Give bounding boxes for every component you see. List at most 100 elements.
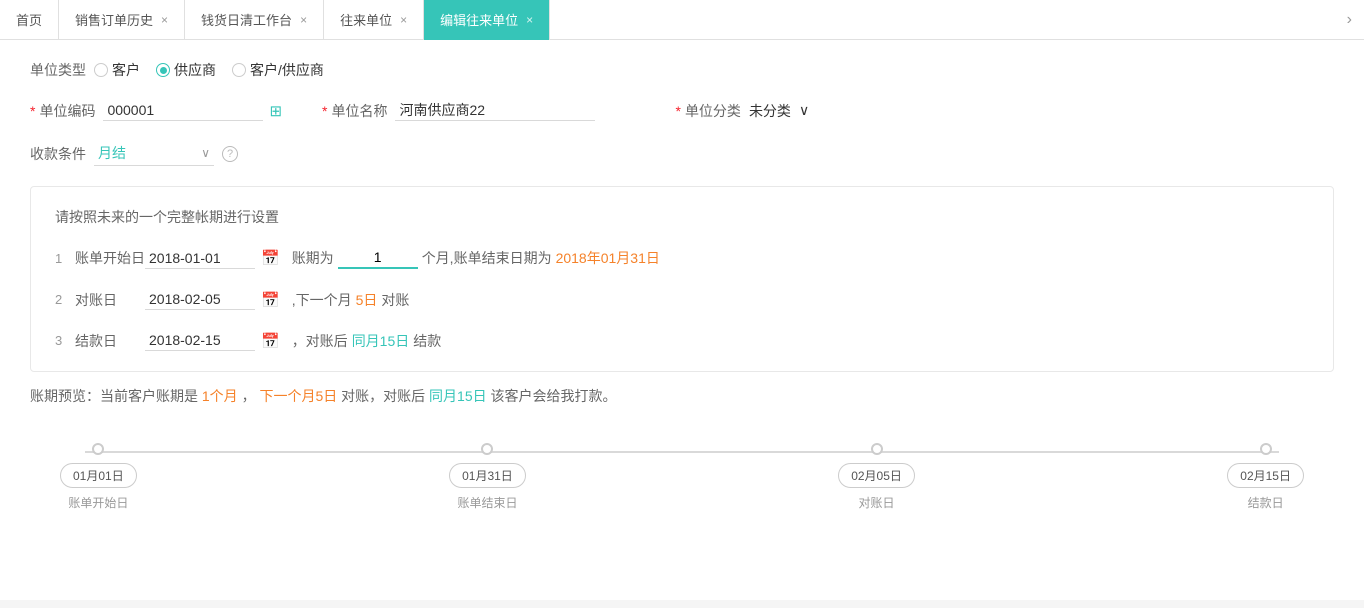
- period-settings-box: 请按照未来的一个完整帐期进行设置 1 账单开始日 📅 账期为 个月,账单结束日期…: [30, 186, 1334, 372]
- period-suffix-pre: 账期为: [292, 248, 334, 268]
- months-input[interactable]: [338, 247, 418, 269]
- tl-label-1: 账单开始日: [68, 494, 128, 511]
- radio-label-customer: 客户: [112, 60, 140, 80]
- radio-circle-supplier: [156, 63, 170, 77]
- preview-prefix: 账期预览：当前客户账期是: [30, 388, 202, 404]
- tab-edit-counterparty[interactable]: 编辑往来单位 ×: [424, 0, 550, 40]
- close-tab-sales[interactable]: ×: [161, 13, 168, 27]
- tab-cashwork[interactable]: 钱货日清工作台 ×: [185, 0, 324, 40]
- period-num-1: 1: [55, 251, 75, 266]
- code-item: * 单位编码 ⊞: [30, 100, 282, 121]
- timeline-node-4: 02月15日 结款日: [1227, 437, 1304, 511]
- name-label: 单位名称: [331, 101, 387, 121]
- code-input[interactable]: [103, 100, 263, 121]
- category-item: * 单位分类 未分类 ∨: [675, 101, 809, 121]
- tl-badge-4: 02月15日: [1227, 463, 1304, 488]
- code-copy-icon[interactable]: ⊞: [269, 102, 282, 120]
- tab-counterparty[interactable]: 往来单位 ×: [324, 0, 424, 40]
- period-row-3: 3 结款日 📅 ，对账后 同月15日 结款: [55, 330, 1309, 351]
- preview-mid2: 对账，对账后: [341, 388, 429, 404]
- tl-label-4: 结款日: [1248, 494, 1284, 511]
- payment-arrow-icon: ∨: [201, 146, 210, 160]
- end-date-highlight: 2018年01月31日: [556, 248, 660, 268]
- unit-type-item: 单位类型 客户 供应商 客户/供应商: [30, 60, 324, 80]
- tl-label-3: 对账日: [859, 494, 895, 511]
- payment-label: 收款条件: [30, 144, 86, 164]
- period-suffix-post: 个月,账单结束日期为: [422, 248, 552, 268]
- tl-dot-1: [92, 443, 104, 455]
- timeline-node-1: 01月01日 账单开始日: [60, 437, 137, 511]
- radio-group: 客户 供应商 客户/供应商: [94, 60, 324, 80]
- reconcile-prefix: ,下一个月: [292, 290, 352, 310]
- category-label: 单位分类: [685, 101, 741, 121]
- start-date-cal-icon[interactable]: 📅: [261, 249, 280, 267]
- preview-next-day: 下一个月5日: [259, 388, 337, 404]
- payment-day-highlight: 同月15日: [352, 331, 410, 351]
- category-dropdown[interactable]: 未分类 ∨: [749, 101, 809, 121]
- tl-badge-wrap-4: 02月15日: [1227, 463, 1304, 488]
- unit-info-row: * 单位编码 ⊞ * 单位名称 * 单位分类 未分类 ∨: [30, 100, 1334, 121]
- timeline-nodes-row: 01月01日 账单开始日 01月31日 账单结束日 02月05日 对账日: [60, 437, 1304, 511]
- tl-badge-wrap-1: 01月01日: [60, 463, 137, 488]
- radio-label-both: 客户/供应商: [250, 60, 324, 80]
- payment-date-input[interactable]: [145, 330, 255, 351]
- radio-supplier[interactable]: 供应商: [156, 60, 216, 80]
- main-content: 单位类型 客户 供应商 客户/供应商 * 单位编码: [0, 40, 1364, 600]
- payment-select[interactable]: 月结 ∨: [94, 141, 214, 166]
- payment-prefix: ，对账后: [292, 331, 348, 351]
- cat-required: *: [675, 103, 680, 119]
- period-label-3: 结款日: [75, 331, 145, 351]
- tabs-bar: 首页 销售订单历史 × 钱货日清工作台 × 往来单位 × 编辑往来单位 × ›: [0, 0, 1364, 40]
- radio-label-supplier: 供应商: [174, 60, 216, 80]
- tl-badge-wrap-3: 02月05日: [838, 463, 915, 488]
- radio-circle-both: [232, 63, 246, 77]
- payment-value: 月结: [98, 143, 195, 163]
- tl-dot-3: [871, 443, 883, 455]
- start-date-input[interactable]: [145, 248, 255, 269]
- close-tab-cashwork[interactable]: ×: [300, 13, 307, 27]
- help-icon[interactable]: ?: [222, 146, 238, 162]
- payment-item: 收款条件 月结 ∨ ?: [30, 141, 238, 166]
- tl-dot-4: [1260, 443, 1272, 455]
- unit-type-row: 单位类型 客户 供应商 客户/供应商: [30, 60, 1334, 80]
- preview-mid1: ，: [242, 388, 256, 404]
- reconcile-cal-icon[interactable]: 📅: [261, 291, 280, 309]
- preview-suffix: 该客户会给我打款。: [491, 388, 617, 404]
- tl-badge-3: 02月05日: [838, 463, 915, 488]
- timeline-node-2: 01月31日 账单结束日: [449, 437, 526, 511]
- payment-suffix: 结款: [413, 331, 441, 351]
- period-row-2: 2 对账日 📅 ,下一个月 5日 对账: [55, 289, 1309, 310]
- reconcile-day-highlight: 5日: [356, 290, 378, 310]
- code-label: 单位编码: [39, 101, 95, 121]
- period-label-1: 账单开始日: [75, 248, 145, 268]
- payment-cal-icon[interactable]: 📅: [261, 332, 280, 350]
- preview-same-day: 同月15日: [429, 388, 487, 404]
- period-suffix-3: ，对账后 同月15日 结款: [292, 331, 442, 351]
- period-label-2: 对账日: [75, 290, 145, 310]
- timeline-container: 01月01日 账单开始日 01月31日 账单结束日 02月05日 对账日: [30, 433, 1334, 511]
- preview-text: 账期预览：当前客户账期是 1个月 ， 下一个月5日 对账，对账后 同月15日 该…: [30, 384, 1334, 409]
- radio-circle-customer: [94, 63, 108, 77]
- category-value: 未分类: [749, 101, 791, 121]
- period-row-1: 1 账单开始日 📅 账期为 个月,账单结束日期为 2018年01月31日: [55, 247, 1309, 269]
- tabs-more-arrow[interactable]: ›: [1335, 11, 1364, 29]
- reconcile-suffix: 对账: [381, 290, 409, 310]
- period-suffix-2: ,下一个月 5日 对账: [292, 290, 410, 310]
- tab-sales-history[interactable]: 销售订单历史 ×: [59, 0, 185, 40]
- name-input[interactable]: [395, 100, 595, 121]
- payment-row: 收款条件 月结 ∨ ?: [30, 141, 1334, 166]
- radio-both[interactable]: 客户/供应商: [232, 60, 324, 80]
- tl-label-2: 账单结束日: [457, 494, 517, 511]
- tl-badge-2: 01月31日: [449, 463, 526, 488]
- name-item: * 单位名称: [322, 100, 595, 121]
- reconcile-date-input[interactable]: [145, 289, 255, 310]
- close-tab-counterparty[interactable]: ×: [400, 13, 407, 27]
- close-tab-edit[interactable]: ×: [526, 13, 533, 27]
- tab-home[interactable]: 首页: [0, 0, 59, 40]
- radio-customer[interactable]: 客户: [94, 60, 140, 80]
- period-num-3: 3: [55, 333, 75, 348]
- name-required: *: [322, 103, 327, 119]
- tl-dot-2: [481, 443, 493, 455]
- code-required: *: [30, 103, 35, 119]
- tl-badge-wrap-2: 01月31日: [449, 463, 526, 488]
